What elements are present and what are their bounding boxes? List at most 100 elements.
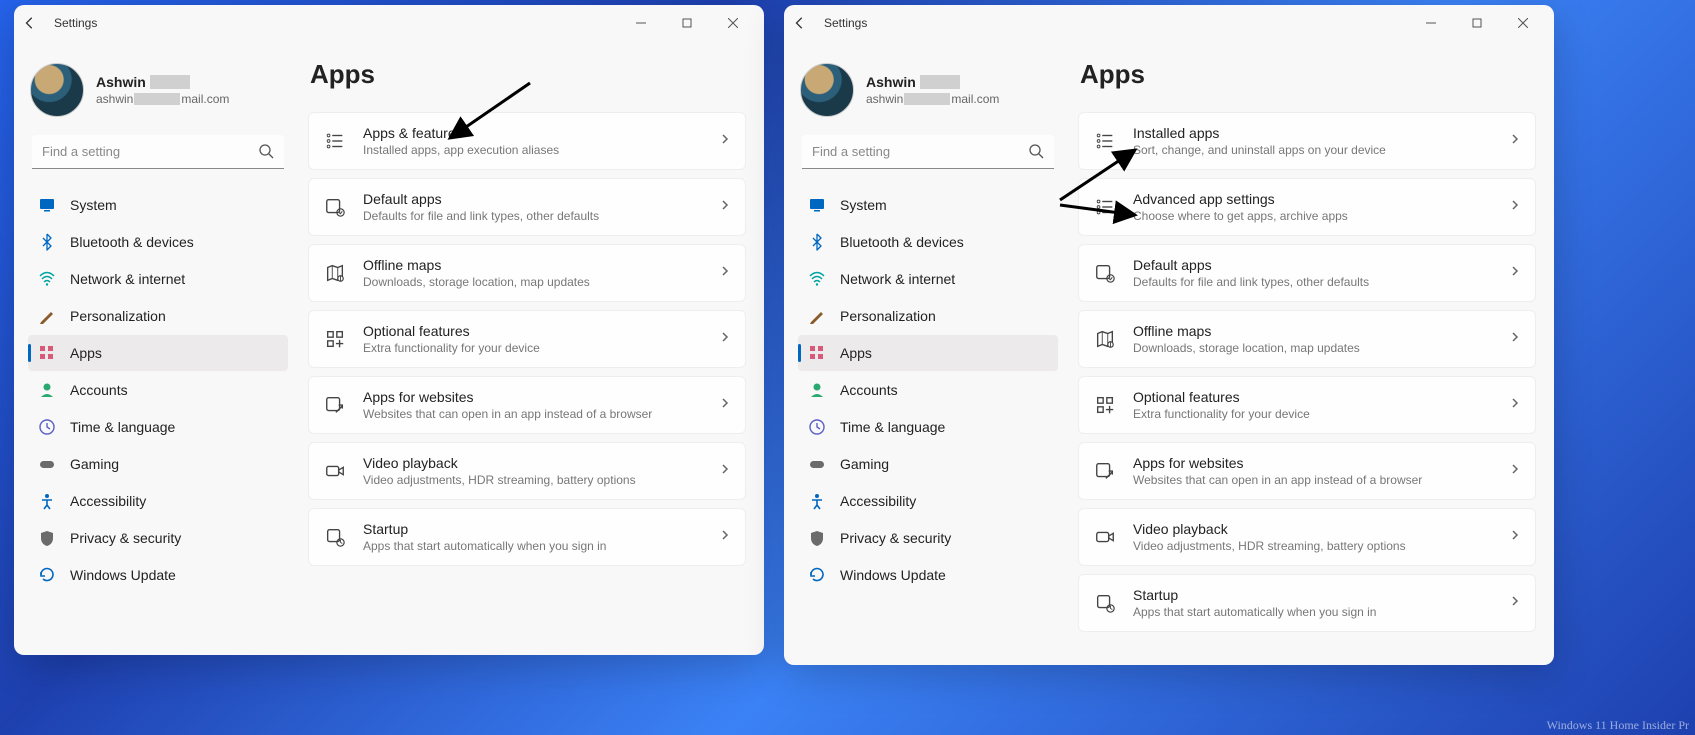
card-title: Apps for websites: [363, 389, 703, 405]
card-offline-maps[interactable]: Offline maps Downloads, storage location…: [1078, 310, 1536, 368]
card-subtitle: Video adjustments, HDR streaming, batter…: [363, 473, 703, 487]
card-installed-apps[interactable]: Installed apps Sort, change, and uninsta…: [1078, 112, 1536, 170]
nav-item-accessibility[interactable]: Accessibility: [798, 483, 1058, 519]
card-subtitle: Sort, change, and uninstall apps on your…: [1133, 143, 1493, 157]
card-startup[interactable]: Startup Apps that start automatically wh…: [308, 508, 746, 566]
card-title: Video playback: [1133, 521, 1493, 537]
nav-item-update[interactable]: Windows Update: [798, 557, 1058, 593]
card-startup[interactable]: Startup Apps that start automatically wh…: [1078, 574, 1536, 632]
chevron-right-icon: [719, 330, 731, 348]
maximize-button[interactable]: [1454, 9, 1500, 37]
back-button[interactable]: [22, 15, 38, 31]
card-optional-features[interactable]: Optional features Extra functionality fo…: [1078, 376, 1536, 434]
nav-list: SystemBluetooth & devicesNetwork & inter…: [798, 187, 1058, 593]
card-title: Offline maps: [363, 257, 703, 273]
nav-item-system[interactable]: System: [798, 187, 1058, 223]
window-controls: [1408, 9, 1546, 37]
back-button[interactable]: [792, 15, 808, 31]
nav-label: Accounts: [840, 382, 898, 398]
startup-icon: [1093, 591, 1117, 615]
nav-item-time[interactable]: Time & language: [798, 409, 1058, 445]
card-subtitle: Downloads, storage location, map updates: [363, 275, 703, 289]
nav-label: Privacy & security: [840, 530, 951, 546]
nav-item-gaming[interactable]: Gaming: [798, 446, 1058, 482]
minimize-button[interactable]: [1408, 9, 1454, 37]
card-title: Apps for websites: [1133, 455, 1493, 471]
apps-icon: [38, 344, 56, 362]
card-title: Advanced app settings: [1133, 191, 1493, 207]
nav-item-network[interactable]: Network & internet: [798, 261, 1058, 297]
card-subtitle: Choose where to get apps, archive apps: [1133, 209, 1493, 223]
card-offline-maps[interactable]: Offline maps Downloads, storage location…: [308, 244, 746, 302]
system-icon: [808, 196, 826, 214]
nav-item-gaming[interactable]: Gaming: [28, 446, 288, 482]
chevron-right-icon: [1509, 594, 1521, 612]
card-optional-features[interactable]: Optional features Extra functionality fo…: [308, 310, 746, 368]
nav-item-bluetooth[interactable]: Bluetooth & devices: [798, 224, 1058, 260]
nav-item-apps[interactable]: Apps: [798, 335, 1058, 371]
card-title: Video playback: [363, 455, 703, 471]
apps-websites-icon: [1093, 459, 1117, 483]
card-default-apps[interactable]: Default apps Defaults for file and link …: [308, 178, 746, 236]
card-advanced-app-settings[interactable]: Advanced app settings Choose where to ge…: [1078, 178, 1536, 236]
video-playback-icon: [323, 459, 347, 483]
card-list: Apps & features Installed apps, app exec…: [308, 112, 746, 566]
apps-features-icon: [323, 129, 347, 153]
chevron-right-icon: [719, 528, 731, 546]
nav-item-personalization[interactable]: Personalization: [28, 298, 288, 334]
optional-features-icon: [323, 327, 347, 351]
nav-item-privacy[interactable]: Privacy & security: [798, 520, 1058, 556]
nav-label: Apps: [70, 345, 102, 361]
card-subtitle: Apps that start automatically when you s…: [1133, 605, 1493, 619]
page-title: Apps: [310, 59, 746, 90]
maximize-button[interactable]: [664, 9, 710, 37]
card-list: Installed apps Sort, change, and uninsta…: [1078, 112, 1536, 632]
main-content: Apps Installed apps Sort, change, and un…: [1078, 55, 1540, 651]
default-apps-icon: [323, 195, 347, 219]
card-apps-features[interactable]: Apps & features Installed apps, app exec…: [308, 112, 746, 170]
gaming-icon: [808, 455, 826, 473]
user-profile[interactable]: Ashwin ashwinmail.com: [28, 55, 288, 135]
nav-item-accessibility[interactable]: Accessibility: [28, 483, 288, 519]
page-title: Apps: [1080, 59, 1536, 90]
nav-item-bluetooth[interactable]: Bluetooth & devices: [28, 224, 288, 260]
titlebar: Settings: [784, 5, 1554, 37]
nav-label: Accessibility: [70, 493, 146, 509]
bluetooth-icon: [38, 233, 56, 251]
offline-maps-icon: [323, 261, 347, 285]
nav-item-network[interactable]: Network & internet: [28, 261, 288, 297]
card-video-playback[interactable]: Video playback Video adjustments, HDR st…: [308, 442, 746, 500]
chevron-right-icon: [719, 396, 731, 414]
nav-item-accounts[interactable]: Accounts: [798, 372, 1058, 408]
search-input[interactable]: [802, 135, 1054, 169]
card-video-playback[interactable]: Video playback Video adjustments, HDR st…: [1078, 508, 1536, 566]
card-subtitle: Installed apps, app execution aliases: [363, 143, 703, 157]
nav-item-update[interactable]: Windows Update: [28, 557, 288, 593]
close-button[interactable]: [710, 9, 756, 37]
user-profile[interactable]: Ashwin ashwinmail.com: [798, 55, 1058, 135]
search-input[interactable]: [32, 135, 284, 169]
time-icon: [808, 418, 826, 436]
card-subtitle: Websites that can open in an app instead…: [1133, 473, 1493, 487]
nav-item-accounts[interactable]: Accounts: [28, 372, 288, 408]
offline-maps-icon: [1093, 327, 1117, 351]
close-button[interactable]: [1500, 9, 1546, 37]
nav-item-privacy[interactable]: Privacy & security: [28, 520, 288, 556]
chevron-right-icon: [1509, 132, 1521, 150]
chevron-right-icon: [719, 264, 731, 282]
user-email: ashwinmail.com: [866, 92, 999, 106]
minimize-button[interactable]: [618, 9, 664, 37]
startup-icon: [323, 525, 347, 549]
nav-item-apps[interactable]: Apps: [28, 335, 288, 371]
chevron-right-icon: [1509, 396, 1521, 414]
card-subtitle: Defaults for file and link types, other …: [1133, 275, 1493, 289]
nav-item-personalization[interactable]: Personalization: [798, 298, 1058, 334]
card-apps-websites[interactable]: Apps for websites Websites that can open…: [308, 376, 746, 434]
personalization-icon: [38, 307, 56, 325]
card-default-apps[interactable]: Default apps Defaults for file and link …: [1078, 244, 1536, 302]
nav-item-time[interactable]: Time & language: [28, 409, 288, 445]
time-icon: [38, 418, 56, 436]
card-apps-websites[interactable]: Apps for websites Websites that can open…: [1078, 442, 1536, 500]
nav-item-system[interactable]: System: [28, 187, 288, 223]
update-icon: [808, 566, 826, 584]
